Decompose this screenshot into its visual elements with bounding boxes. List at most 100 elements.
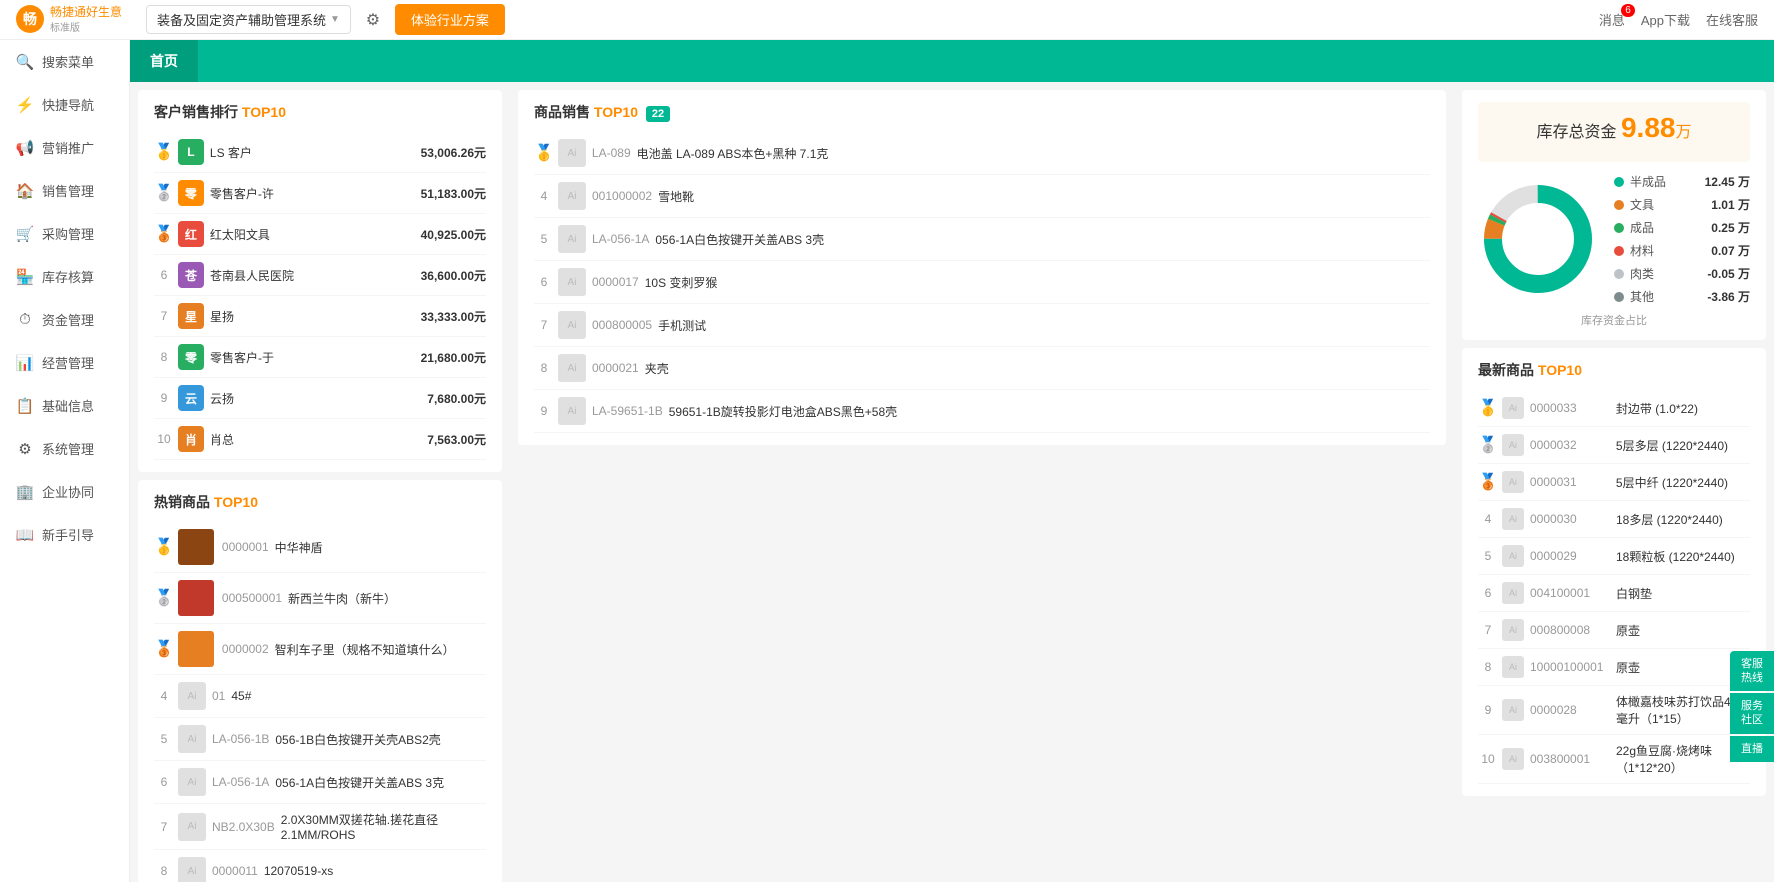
hot-prod-code-8: 0000011 [212,864,258,878]
new-rank-4: 4 [1478,512,1498,526]
hot-products-list: 0000001 中华神盾 000500001 新西兰牛肉（新牛） 0000002… [154,522,486,882]
ps-name-4: 10S 变刺罗猴 [645,274,1430,291]
app-download-button[interactable]: App下载 [1641,10,1690,29]
new-rank-8: 8 [1478,660,1498,674]
customer-rank-row-2: 零 零售客户-许 51,183.00元 [154,173,486,214]
sidebar-item-finance[interactable]: ⏱ 资金管理 [0,298,129,341]
logo-area: 畅 畅捷通好生意 标准版 [16,5,146,34]
live-stream-button[interactable]: 直播 [1730,736,1774,762]
new-rank-7: 7 [1478,623,1498,637]
legend-item-4: 材料 0.07 万 [1614,239,1750,262]
guide-icon: 📖 [16,526,34,544]
product-sales-list: Ai LA-089 电池盖 LA-089 ABS本色+黑种 7.1克 4 Ai … [534,132,1430,433]
legend-label-3: 成品 [1630,219,1689,236]
new-prod-name-5: 18颗粒板 (1220*2440) [1616,548,1750,565]
legend-dot-6 [1614,292,1624,302]
hot-prod-row-4: 4 Ai 01 45# [154,675,486,718]
legend-item-6: 其他 -3.86 万 [1614,285,1750,308]
customer-rank-row-8: 10 肖 肖总 7,563.00元 [154,419,486,460]
donut-svg [1478,179,1598,299]
operation-icon: 📊 [16,354,34,372]
sidebar-item-operation[interactable]: 📊 经营管理 [0,341,129,384]
new-prod-row-2: Ai 0000032 5层多层 (1220*2440) [1478,427,1750,464]
notification-button[interactable]: 消息 6 [1599,10,1625,29]
hot-prod-name-3: 智利车子里（规格不知道填什么） [275,641,486,658]
legend-dot-3 [1614,223,1624,233]
sidebar-item-system[interactable]: ⚙ 系统管理 [0,427,129,470]
hot-prod-name-8: 12070519-xs [264,864,486,878]
sidebar-label-base-info: 基础信息 [42,396,94,415]
rank-num-8: 10 [154,432,174,446]
search-icon: 🔍 [16,53,34,71]
legend-dot-5 [1614,269,1624,279]
new-prod-icon-1: Ai [1502,397,1524,419]
ps-code-2: 001000002 [592,189,652,203]
system-selector[interactable]: 装备及固定资产辅助管理系统 ▼ [146,5,351,34]
enterprise-icon: 🏢 [16,483,34,501]
hot-prod-name-1: 中华神盾 [275,539,486,556]
customer-hotline-button[interactable]: 客服热线 [1730,651,1774,692]
hot-prod-code-6: LA-056-1A [212,775,269,789]
chart-area: 半成品 12.45 万 文具 1.01 万 成品 0.25 万 [1478,170,1750,308]
main-content: 客户销售排行 TOP10 L LS 客户 53,006.26元 零 零售客户-许… [130,82,1774,882]
new-prod-name-7: 原壶 [1616,622,1750,639]
ps-img-7: Ai [558,397,586,425]
hot-prod-name-2: 新西兰牛肉（新牛） [288,590,486,607]
customer-badge-8: 肖 [178,426,204,452]
settings-button[interactable]: ⚙ [359,6,387,34]
prod-sales-row-4: 6 Ai 0000017 10S 变刺罗猴 [534,261,1430,304]
customer-name-2: 零售客户-许 [210,185,421,202]
donut-chart [1478,179,1598,299]
ps-code-1: LA-089 [592,146,631,160]
customer-amount-2: 51,183.00元 [421,185,486,202]
sidebar-label-sales: 销售管理 [42,181,94,200]
sidebar-item-inventory[interactable]: 🏪 库存核算 [0,255,129,298]
customer-badge-7: 云 [178,385,204,411]
sidebar-item-purchase[interactable]: 🛒 采购管理 [0,212,129,255]
medal-bronze-icon [154,224,174,244]
hot-prod-code-5: LA-056-1B [212,732,269,746]
service-community-button[interactable]: 服务社区 [1730,693,1774,734]
left-panel: 客户销售排行 TOP10 L LS 客户 53,006.26元 零 零售客户-许… [130,82,510,882]
new-prod-icon-9: Ai [1502,699,1524,721]
sidebar-item-sales[interactable]: 🏠 销售管理 [0,169,129,212]
sidebar-item-marketing[interactable]: 📢 营销推广 [0,126,129,169]
new-prod-code-3: 0000031 [1530,475,1610,489]
sidebar-item-quick-nav[interactable]: ⚡ 快捷导航 [0,83,129,126]
tab-home[interactable]: 首页 [130,40,198,82]
new-prod-code-5: 0000029 [1530,549,1610,563]
customer-badge-4: 苍 [178,262,204,288]
hot-rank-6: 6 [154,775,174,789]
legend-label-4: 材料 [1630,242,1689,259]
hot-prod-img-4: Ai [178,682,206,710]
hot-prod-img-7: Ai [178,813,206,841]
new-prod-row-4: 4 Ai 0000030 18多层 (1220*2440) [1478,501,1750,538]
sidebar-item-guide[interactable]: 📖 新手引导 [0,513,129,556]
sidebar-label-finance: 资金管理 [42,310,94,329]
trial-button[interactable]: 体验行业方案 [395,4,505,35]
hot-medal-2 [154,588,174,608]
rank-num-5: 7 [154,309,174,323]
sidebar-item-enterprise[interactable]: 🏢 企业协同 [0,470,129,513]
sidebar-item-base-info[interactable]: 📋 基础信息 [0,384,129,427]
ps-code-3: LA-056-1A [592,232,649,246]
ps-name-6: 夹壳 [645,360,1430,377]
online-service-button[interactable]: 在线客服 [1706,10,1758,29]
prod-sales-row-1: Ai LA-089 电池盖 LA-089 ABS本色+黑种 7.1克 [534,132,1430,175]
new-prod-code-7: 000800008 [1530,623,1610,637]
customer-rank-row-7: 9 云 云扬 7,680.00元 [154,378,486,419]
prod-sales-row-2: 4 Ai 001000002 雪地靴 [534,175,1430,218]
hot-prod-img-5: Ai [178,725,206,753]
hot-rank-8: 8 [154,864,174,878]
ps-rank-2: 4 [534,189,554,203]
hot-products-card: 热销商品 TOP10 0000001 中华神盾 000500001 新西兰牛肉（… [138,480,502,882]
sidebar-item-search-menu[interactable]: 🔍 搜索菜单 [0,40,129,83]
new-products-title: 最新商品 TOP10 [1478,360,1750,380]
customer-name-8: 肖总 [210,431,427,448]
new-prod-icon-3: Ai [1502,471,1524,493]
new-prod-code-2: 0000032 [1530,438,1610,452]
sales-icon: 🏠 [16,182,34,200]
new-prod-icon-4: Ai [1502,508,1524,530]
ps-img-6: Ai [558,354,586,382]
new-rank-6: 6 [1478,586,1498,600]
